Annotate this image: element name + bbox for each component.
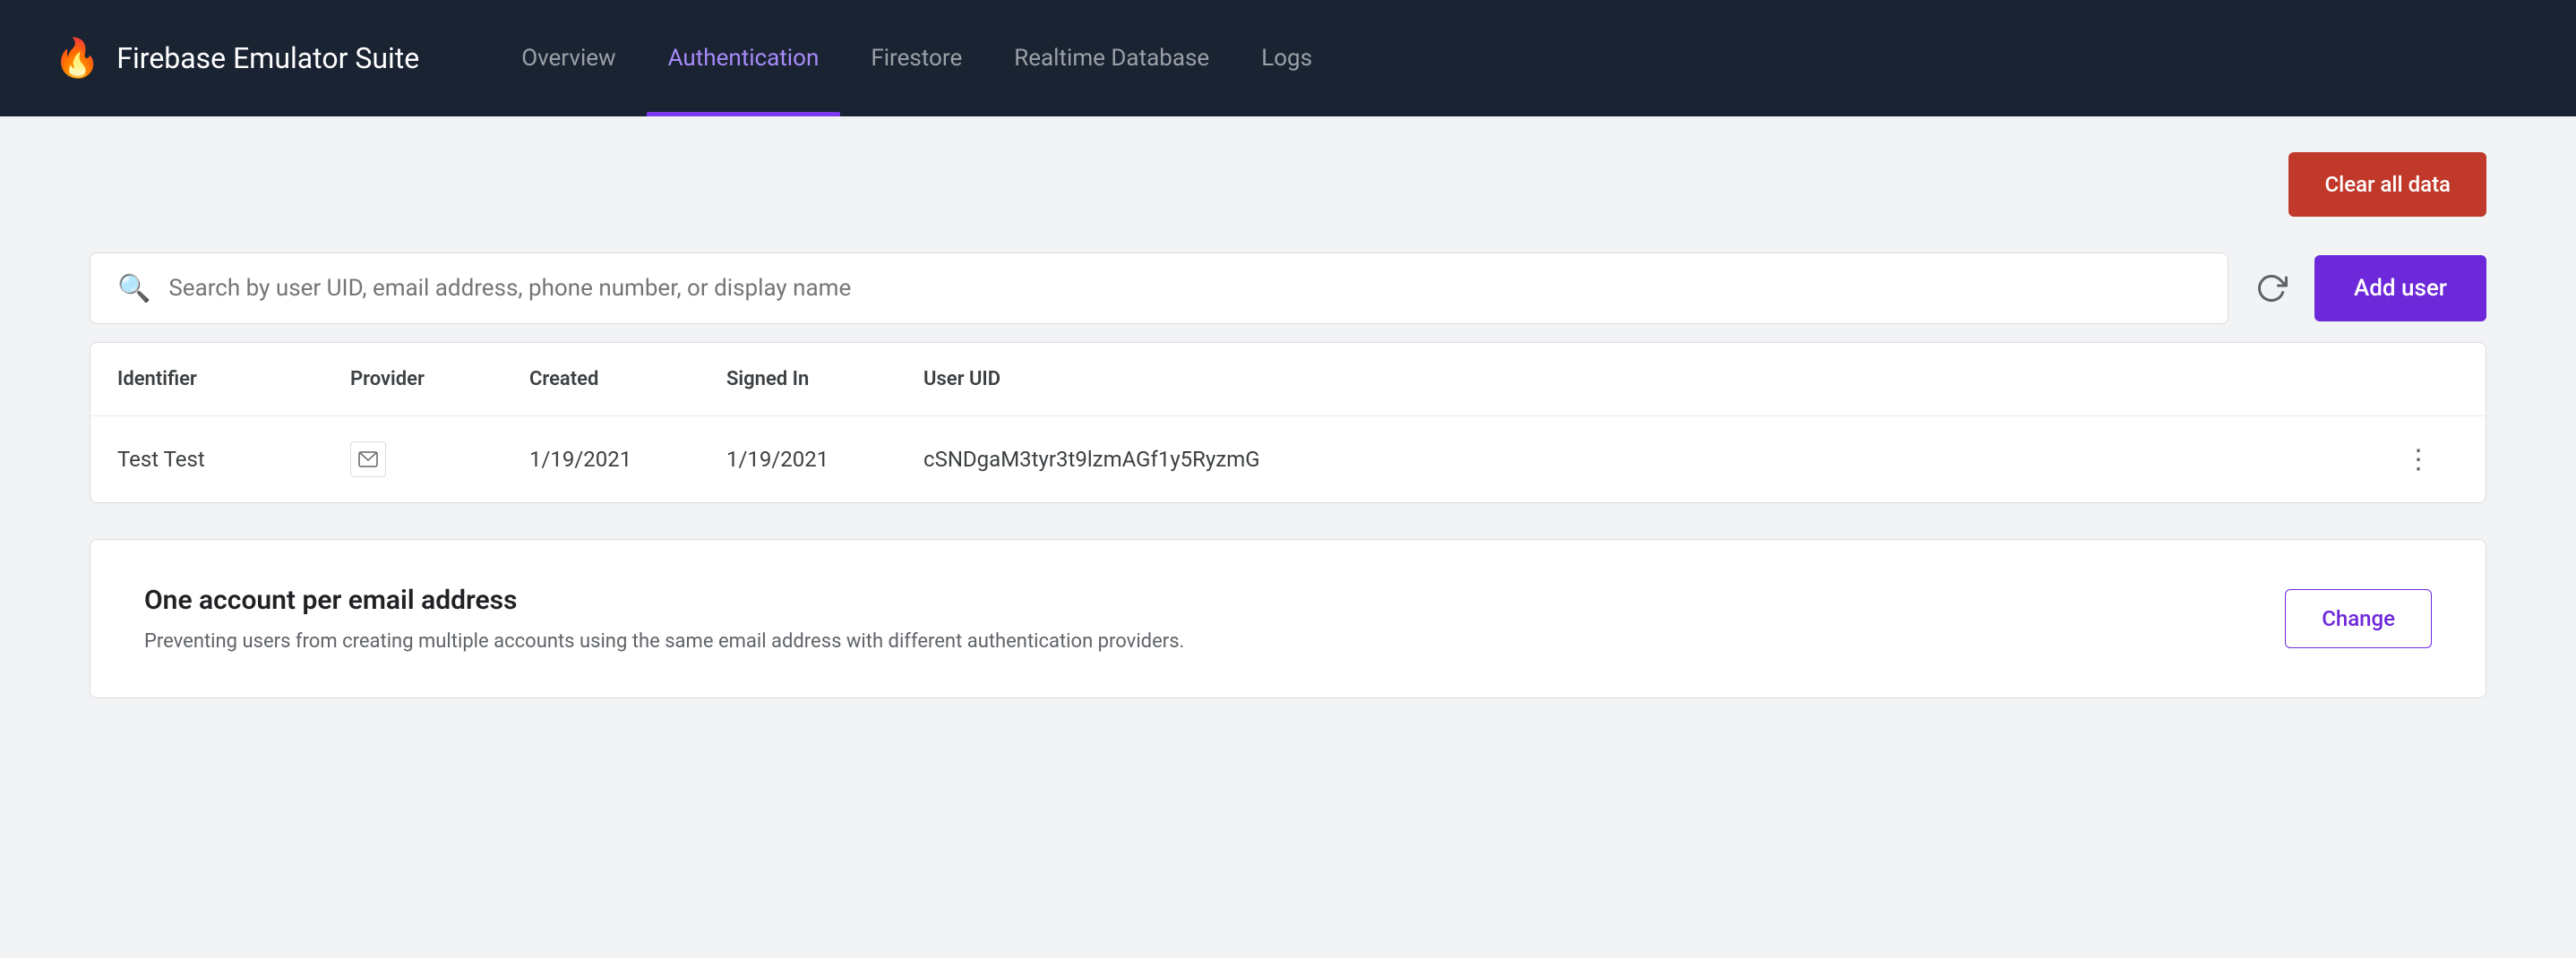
table-row: Test Test 1/19/2021 1/19/2021 cSNDgaM3ty… <box>90 416 2486 502</box>
cell-provider <box>350 441 529 477</box>
info-card: One account per email address Preventing… <box>90 539 2486 698</box>
search-bar-container: 🔍 Add user <box>90 252 2486 324</box>
app-title: Firebase Emulator Suite <box>116 41 419 75</box>
column-identifier: Identifier <box>117 368 350 390</box>
clear-all-button[interactable]: Clear all data <box>2288 152 2486 217</box>
app-header: 🔥 Firebase Emulator Suite Overview Authe… <box>0 0 2576 116</box>
row-more-menu-button[interactable]: ⋮ <box>2405 444 2432 475</box>
change-button[interactable]: Change <box>2285 589 2432 648</box>
cell-row-actions: ⋮ <box>2405 444 2459 475</box>
info-card-description: Preventing users from creating multiple … <box>144 630 2285 653</box>
nav-item-overview[interactable]: Overview <box>500 0 637 116</box>
search-input-wrapper: 🔍 <box>90 252 2228 324</box>
add-user-button[interactable]: Add user <box>2314 255 2486 321</box>
users-table: Identifier Provider Created Signed In Us… <box>90 342 2486 503</box>
nav-item-firestore[interactable]: Firestore <box>849 0 983 116</box>
info-card-content: One account per email address Preventing… <box>144 585 2285 653</box>
search-icon: 🔍 <box>117 273 150 304</box>
search-input[interactable] <box>168 275 2201 302</box>
refresh-button[interactable] <box>2246 263 2297 313</box>
main-content: Clear all data 🔍 Add user Identifier Pro… <box>0 116 2576 734</box>
nav-item-logs[interactable]: Logs <box>1240 0 1334 116</box>
cell-uid: cSNDgaM3tyr3t9lzmAGf1y5RyzmG <box>923 447 2405 472</box>
column-signed-in: Signed In <box>726 368 923 390</box>
info-card-title: One account per email address <box>144 585 2285 616</box>
nav-item-authentication[interactable]: Authentication <box>647 0 841 116</box>
nav-item-realtime-database[interactable]: Realtime Database <box>992 0 1231 116</box>
column-created: Created <box>529 368 726 390</box>
email-provider-icon <box>350 441 386 477</box>
main-nav: Overview Authentication Firestore Realti… <box>500 0 1334 116</box>
column-actions <box>2405 368 2459 390</box>
cell-created: 1/19/2021 <box>529 447 726 472</box>
column-uid: User UID <box>923 368 2405 390</box>
logo-area: 🔥 Firebase Emulator Suite <box>54 37 419 81</box>
cell-signed-in: 1/19/2021 <box>726 447 923 472</box>
firebase-logo-icon: 🔥 <box>54 37 100 81</box>
table-header: Identifier Provider Created Signed In Us… <box>90 343 2486 416</box>
column-provider: Provider <box>350 368 529 390</box>
top-bar: Clear all data <box>90 152 2486 217</box>
cell-identifier: Test Test <box>117 447 350 472</box>
